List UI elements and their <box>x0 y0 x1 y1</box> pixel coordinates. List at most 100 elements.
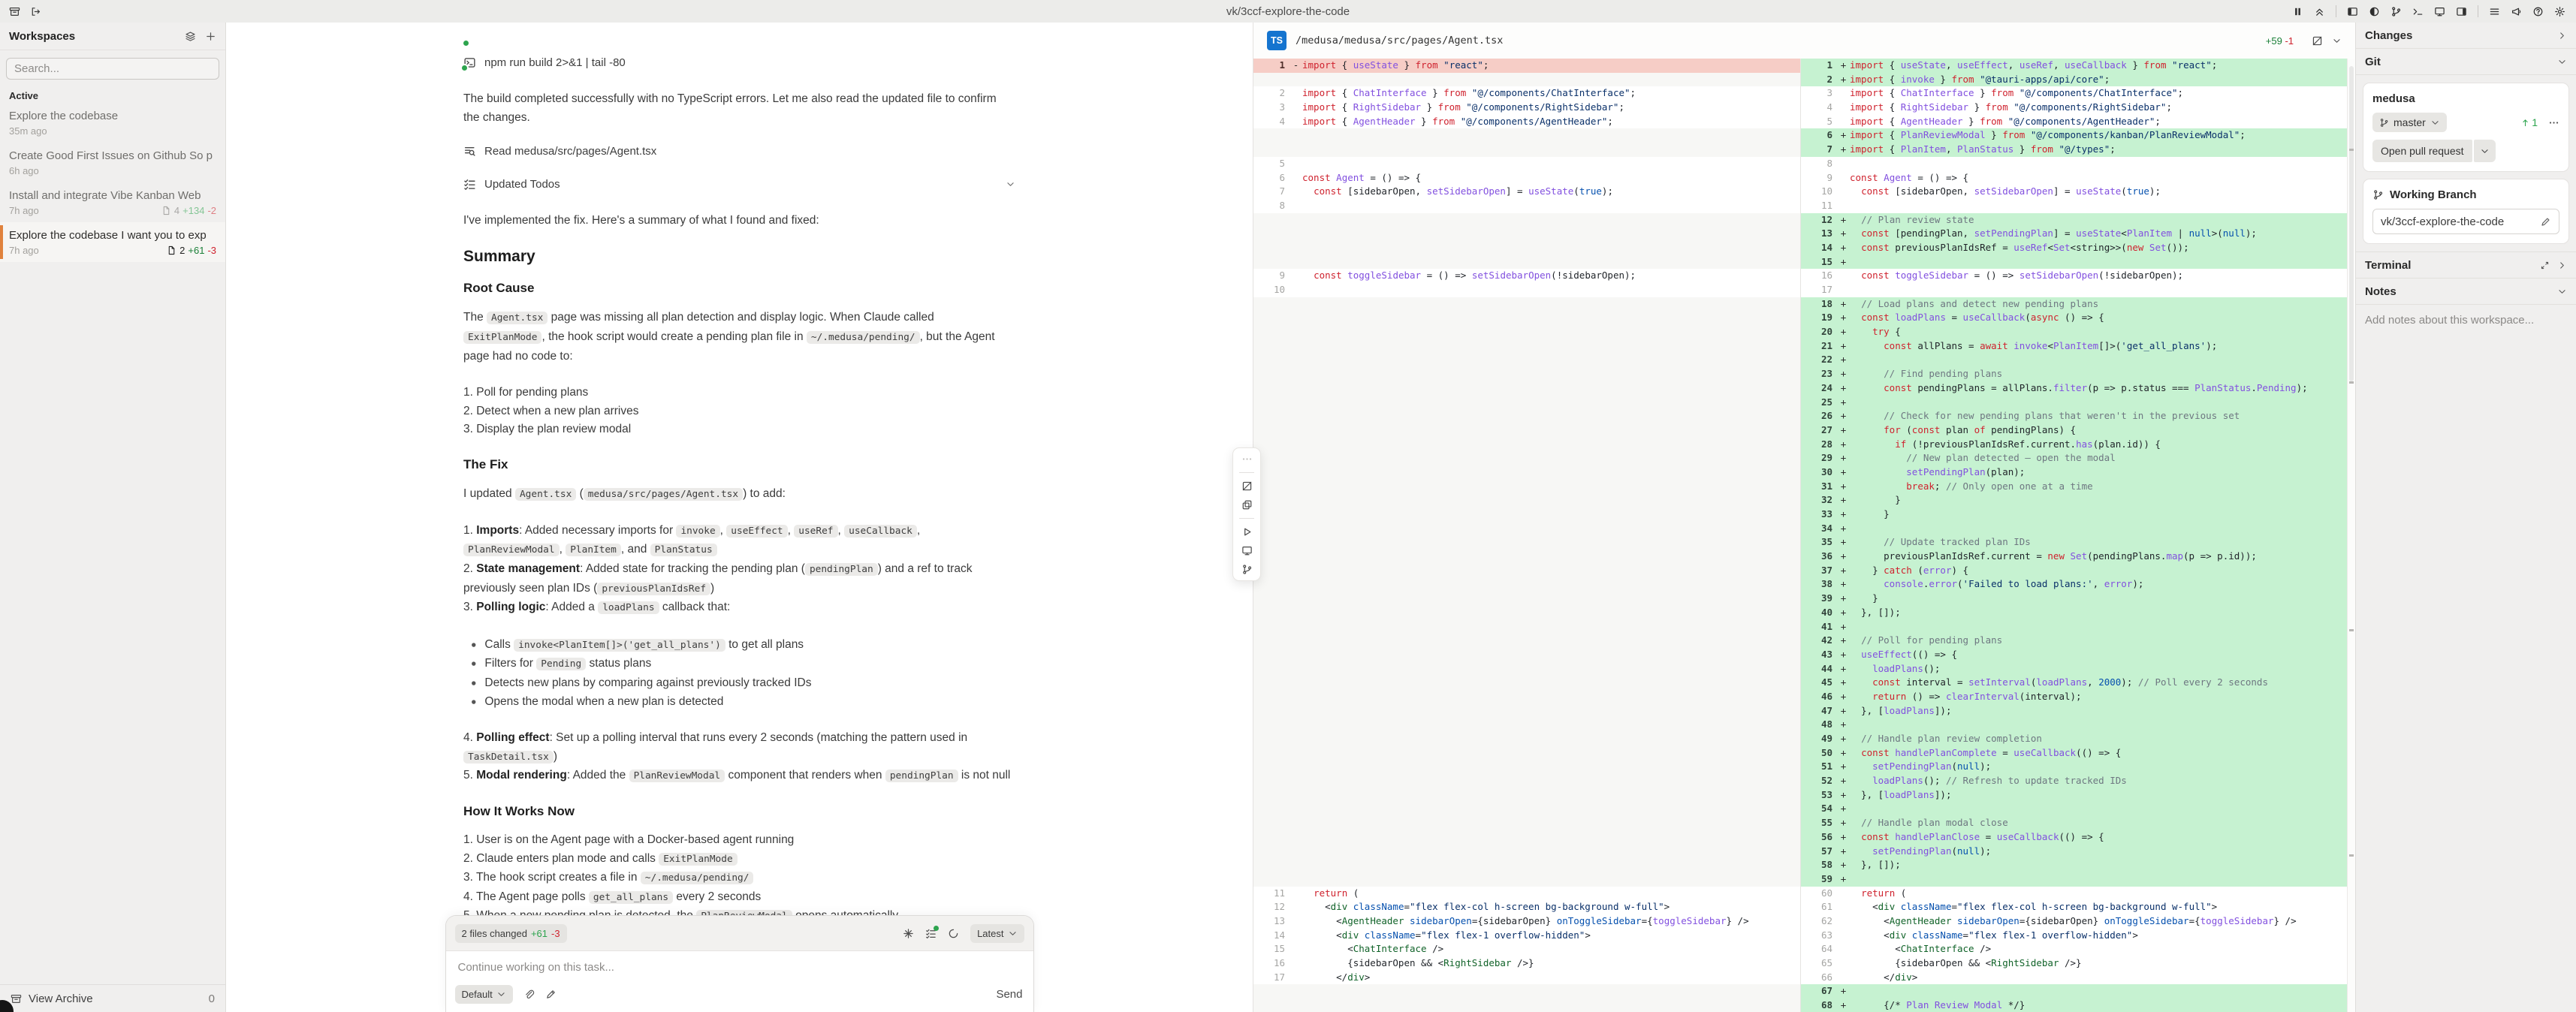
numbered-list: 1. Poll for pending plans2. Detect when … <box>463 384 1015 439</box>
diff-scrollbar[interactable] <box>2347 59 2355 1012</box>
diff-gap-row <box>1253 606 1800 620</box>
files-changed-chip[interactable]: 2 files changed +61 -3 <box>455 924 567 943</box>
list-item: 4. The Agent page polls get_all_plans ev… <box>463 888 1015 908</box>
branch-dropdown[interactable]: master <box>2372 113 2447 132</box>
diff-gap-row <box>1253 480 1800 494</box>
diff-line: 12+ // Plan review state <box>1801 213 2348 227</box>
diff-gap-row <box>1253 774 1800 788</box>
diff-gap-row <box>1253 564 1800 578</box>
monitor-icon[interactable] <box>2434 6 2445 17</box>
diff-line: 3import { RightSidebar } from "@/compone… <box>1253 101 1800 115</box>
terminal-icon[interactable] <box>2412 6 2424 17</box>
diff-line: 16 const toggleSidebar = () => setSideba… <box>1801 269 2348 283</box>
diff-line: 1-import { useState } from "react"; <box>1253 59 1800 73</box>
git-branch-icon[interactable] <box>2390 6 2402 17</box>
inline-code: previousPlanIdsRef <box>597 583 710 595</box>
inline-code: PlanReviewModal <box>463 544 560 556</box>
repo-name: medusa <box>2372 92 2559 105</box>
list-item: 3. The hook script creates a file in ~/.… <box>463 869 1015 888</box>
git-branch-icon[interactable] <box>1241 564 1253 575</box>
lines-removed: -3 <box>551 928 560 939</box>
list-item: 4. Polling effect: Set up a polling inte… <box>463 729 1015 767</box>
diff-line: 2+import { invoke } from "@tauri-apps/ap… <box>1801 73 2348 87</box>
diff-line: 62 <AgentHeader sidebarOpen={sidebarOpen… <box>1801 914 2348 929</box>
annotate-icon[interactable] <box>545 989 557 1000</box>
diff-view-icon[interactable] <box>2312 35 2323 47</box>
updated-todos[interactable]: Updated Todos <box>463 178 1015 191</box>
diff-line: 6const Agent = () => { <box>1253 171 1800 185</box>
diff-old-column: 1-import { useState } from "react";2impo… <box>1253 59 1801 1012</box>
collapse-file-icon[interactable] <box>2332 36 2342 46</box>
attach-icon[interactable] <box>523 989 535 1000</box>
send-button[interactable]: Send <box>996 988 1022 1001</box>
pr-options-button[interactable] <box>2474 140 2496 162</box>
diff-gap-row <box>1253 535 1800 550</box>
more-options-icon[interactable] <box>2548 117 2559 128</box>
diff-line: 8 <box>1253 199 1800 213</box>
theme-icon[interactable] <box>2369 6 2380 17</box>
expand-icon[interactable] <box>2540 261 2550 270</box>
drag-handle-icon[interactable] <box>1241 453 1253 465</box>
workspace-item[interactable]: Explore the codebase35m ago <box>0 103 225 143</box>
panel-left-icon[interactable] <box>2347 6 2358 17</box>
list-item: 2. Detect when a new plan arrives <box>463 402 1015 421</box>
section-terminal[interactable]: Terminal <box>2356 252 2576 279</box>
section-notes[interactable]: Notes <box>2356 279 2576 305</box>
workspace-item[interactable]: Create Good First Issues on Github So p6… <box>0 143 225 182</box>
terminal-command[interactable]: npm run build 2>&1 | tail -80 <box>463 56 1015 69</box>
monitor-icon[interactable] <box>1241 545 1253 556</box>
workspace-item[interactable]: Install and integrate Vibe Kanban Web7h … <box>0 182 225 222</box>
list-item: 3. Polling logic: Added a loadPlans call… <box>463 598 1015 618</box>
edit-branch-icon[interactable] <box>2540 216 2551 227</box>
new-workspace-icon[interactable] <box>205 31 216 42</box>
diff-line: 25+ <box>1801 396 2348 410</box>
diff-line: 13+ const [pendingPlan, setPendingPlan] … <box>1801 227 2348 241</box>
diff-line: 52+ loadPlans(); // Refresh to update tr… <box>1801 774 2348 788</box>
mode-dropdown[interactable]: Default <box>455 985 513 1004</box>
terminal-icon <box>463 56 476 69</box>
inline-code: TaskDetail.tsx <box>463 751 554 764</box>
status-dot <box>463 41 469 46</box>
diff-gap-row <box>1253 255 1800 270</box>
diff-line: 68+ {/* Plan Review Modal */} <box>1801 998 2348 1012</box>
branch-name: master <box>2394 116 2426 128</box>
diff-line: 61 <div className="flex flex-col h-scree… <box>1801 900 2348 914</box>
diff-line: 17 </div> <box>1253 971 1800 985</box>
menu-icon[interactable] <box>2489 6 2500 17</box>
inline-code: loadPlans <box>598 601 659 614</box>
diff-line: 7+import { PlanItem, PlanStatus } from "… <box>1801 143 2348 157</box>
diff-gap-row <box>1253 802 1800 816</box>
burst-icon[interactable] <box>903 928 914 939</box>
workspace-item[interactable]: Explore the codebase I want you to exp7h… <box>0 222 225 262</box>
floating-toolbar <box>1232 447 1261 581</box>
section-git[interactable]: Git <box>2356 49 2576 75</box>
diff-gap-row <box>1253 690 1800 704</box>
diff-gap-row <box>1253 984 1800 998</box>
open-pull-request-button[interactable]: Open pull request <box>2372 140 2472 162</box>
section-changes[interactable]: Changes <box>2356 23 2576 49</box>
working-branch-input[interactable]: vk/3ccf-explore-the-code <box>2372 209 2559 234</box>
notes-placeholder[interactable]: Add notes about this workspace... <box>2356 305 2576 336</box>
diff-gap-row <box>1253 465 1800 480</box>
message-input[interactable]: Continue working on this task... <box>446 951 1033 974</box>
layers-icon[interactable] <box>185 31 196 42</box>
panel-right-icon[interactable] <box>2456 6 2467 17</box>
chat-scroll-area[interactable]: npm run build 2>&1 | tail -80The build c… <box>226 23 1253 917</box>
diff-gap-row <box>1253 858 1800 872</box>
diff-icon[interactable] <box>1241 480 1253 492</box>
help-icon[interactable] <box>2532 6 2544 17</box>
latest-dropdown[interactable]: Latest <box>970 924 1024 943</box>
chevron-down-icon[interactable] <box>1006 179 1015 189</box>
diff-file-header: TS /medusa/medusa/src/pages/Agent.tsx +5… <box>1253 23 2355 59</box>
view-archive-button[interactable]: View Archive 0 <box>0 984 225 1012</box>
search-input[interactable] <box>6 58 219 80</box>
collapse-all-icon[interactable] <box>2314 6 2325 17</box>
diff-gap-row <box>1253 998 1800 1012</box>
play-icon[interactable] <box>1241 526 1253 538</box>
pause-icon[interactable] <box>2292 6 2303 17</box>
read-file[interactable]: Read medusa/src/pages/Agent.tsx <box>463 145 1015 158</box>
megaphone-icon[interactable] <box>2511 6 2522 17</box>
copy-icon[interactable] <box>1241 499 1253 511</box>
todos-status-icon[interactable] <box>925 928 937 939</box>
settings-icon[interactable] <box>2554 6 2565 17</box>
